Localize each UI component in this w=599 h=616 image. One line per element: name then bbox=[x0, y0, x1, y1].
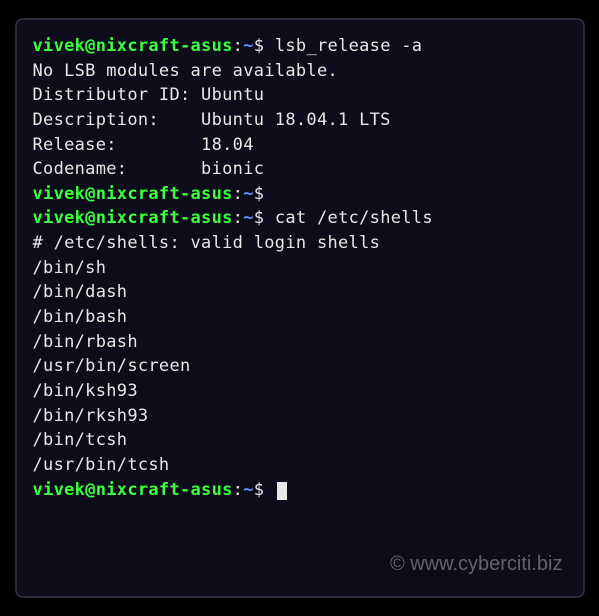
prompt-path: ~ bbox=[243, 480, 254, 500]
output-line: /bin/rbash bbox=[33, 330, 567, 355]
prompt-dollar: $ bbox=[254, 208, 265, 228]
prompt-colon: : bbox=[233, 36, 244, 56]
command-text: lsb_release -a bbox=[275, 36, 423, 56]
output-line: Description: Ubuntu 18.04.1 LTS bbox=[33, 108, 567, 133]
user-host: vivek@nixcraft-asus bbox=[33, 184, 233, 204]
output-line: /usr/bin/screen bbox=[33, 354, 567, 379]
output-text: /bin/tcsh bbox=[33, 430, 128, 450]
prompt-line: vivek@nixcraft-asus:~$ lsb_release -a bbox=[33, 34, 567, 59]
command-text: cat /etc/shells bbox=[275, 208, 433, 228]
output-line: Codename: bionic bbox=[33, 157, 567, 182]
output-text: /bin/rbash bbox=[33, 332, 138, 352]
output-text: # /etc/shells: valid login shells bbox=[33, 233, 381, 253]
output-text: Distributor ID: Ubuntu bbox=[33, 85, 265, 105]
user-host: vivek@nixcraft-asus bbox=[33, 480, 233, 500]
prompt-colon: : bbox=[233, 480, 244, 500]
user-host: vivek@nixcraft-asus bbox=[33, 36, 233, 56]
output-text: /usr/bin/tcsh bbox=[33, 455, 170, 475]
output-line: No LSB modules are available. bbox=[33, 59, 567, 84]
prompt-dollar: $ bbox=[254, 480, 265, 500]
terminal-content[interactable]: vivek@nixcraft-asus:~$ lsb_release -aNo … bbox=[33, 34, 567, 502]
output-text: /bin/ksh93 bbox=[33, 381, 138, 401]
output-text: No LSB modules are available. bbox=[33, 61, 339, 81]
prompt-path: ~ bbox=[243, 184, 254, 204]
prompt-dollar: $ bbox=[254, 184, 265, 204]
prompt-line: vivek@nixcraft-asus:~$ bbox=[33, 182, 567, 207]
user-host: vivek@nixcraft-asus bbox=[33, 208, 233, 228]
watermark: © www.cyberciti.biz bbox=[390, 553, 563, 576]
output-line: # /etc/shells: valid login shells bbox=[33, 231, 567, 256]
prompt-dollar: $ bbox=[254, 36, 265, 56]
prompt-line: vivek@nixcraft-asus:~$ bbox=[33, 478, 567, 503]
output-text: Release: 18.04 bbox=[33, 135, 254, 155]
output-line: /bin/dash bbox=[33, 280, 567, 305]
output-text: /usr/bin/screen bbox=[33, 356, 191, 376]
prompt-colon: : bbox=[233, 184, 244, 204]
output-text: /bin/bash bbox=[33, 307, 128, 327]
output-line: /bin/tcsh bbox=[33, 428, 567, 453]
output-line: /usr/bin/tcsh bbox=[33, 453, 567, 478]
output-text: Codename: bionic bbox=[33, 159, 265, 179]
output-line: Distributor ID: Ubuntu bbox=[33, 83, 567, 108]
output-text: Description: Ubuntu 18.04.1 LTS bbox=[33, 110, 391, 130]
cursor-icon bbox=[277, 482, 287, 500]
terminal-window[interactable]: vivek@nixcraft-asus:~$ lsb_release -aNo … bbox=[15, 18, 585, 598]
output-line: /bin/sh bbox=[33, 256, 567, 281]
output-line: /bin/rksh93 bbox=[33, 404, 567, 429]
prompt-line: vivek@nixcraft-asus:~$ cat /etc/shells bbox=[33, 206, 567, 231]
output-text: /bin/dash bbox=[33, 282, 128, 302]
output-text: /bin/sh bbox=[33, 258, 107, 278]
output-line: /bin/bash bbox=[33, 305, 567, 330]
prompt-path: ~ bbox=[243, 208, 254, 228]
output-text: /bin/rksh93 bbox=[33, 406, 149, 426]
prompt-colon: : bbox=[233, 208, 244, 228]
prompt-path: ~ bbox=[243, 36, 254, 56]
output-line: /bin/ksh93 bbox=[33, 379, 567, 404]
output-line: Release: 18.04 bbox=[33, 133, 567, 158]
